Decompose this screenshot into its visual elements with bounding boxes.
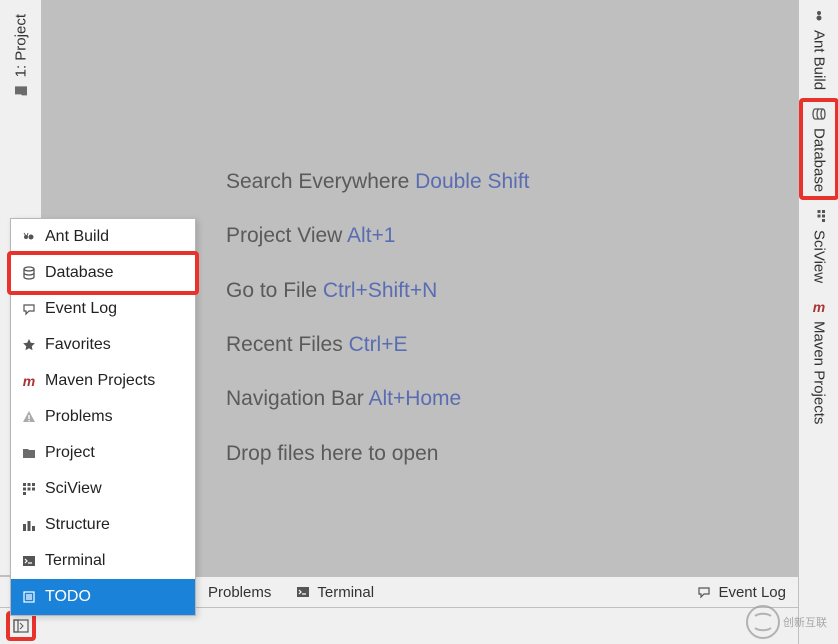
folder-icon [13, 83, 29, 99]
maven-icon: m [21, 373, 37, 389]
welcome-help-panel: Search Everywhere Double Shift Project V… [226, 168, 530, 494]
popup-item-event-log[interactable]: Event Log [11, 291, 195, 327]
help-tip-recent-files: Recent Files Ctrl+E [226, 331, 530, 359]
popup-item-sciview[interactable]: SciView [11, 471, 195, 507]
database-icon [811, 106, 827, 122]
help-tip-drop-files: Drop files here to open [226, 440, 530, 468]
popup-item-terminal[interactable]: Terminal [11, 543, 195, 579]
popup-item-label: Favorites [45, 336, 111, 354]
ant-build-tool-tab[interactable]: Ant Build [799, 0, 838, 98]
database-tool-tab[interactable]: Database [799, 98, 838, 200]
tool-tab-label: Ant Build [811, 30, 828, 90]
tool-tab-label: Problems [208, 584, 271, 601]
folder-icon [21, 445, 37, 461]
help-tip-text: Recent Files [226, 333, 343, 356]
warning-icon [21, 409, 37, 425]
help-tip-text: Drop files here to open [226, 442, 438, 465]
popup-item-ant-build[interactable]: Ant Build [11, 219, 195, 255]
speech-bubble-icon [696, 584, 712, 600]
project-tool-tab-label: 1: Project [13, 14, 30, 77]
popup-item-problems[interactable]: Problems [11, 399, 195, 435]
sciview-tool-tab[interactable]: SciView [799, 200, 838, 291]
problems-tool-tab[interactable]: Problems [196, 577, 283, 607]
tool-window-layout-icon [13, 618, 29, 634]
help-tip-text: Navigation Bar [226, 387, 364, 410]
popup-item-label: Database [45, 264, 114, 282]
popup-item-label: Maven Projects [45, 372, 155, 390]
project-tool-tab[interactable]: 1: Project [0, 6, 42, 107]
help-tip-text: Go to File [226, 279, 317, 302]
ant-icon [811, 8, 827, 24]
help-tip-project-view: Project View Alt+1 [226, 222, 530, 250]
watermark-icon [745, 604, 781, 640]
popup-item-maven-projects[interactable]: m Maven Projects [11, 363, 195, 399]
popup-item-project[interactable]: Project [11, 435, 195, 471]
popup-item-todo[interactable]: TODO [11, 579, 195, 615]
help-tip-navigation-bar: Navigation Bar Alt+Home [226, 385, 530, 413]
help-tip-shortcut: Alt+Home [368, 387, 461, 410]
help-tip-search-everywhere: Search Everywhere Double Shift [226, 168, 530, 196]
popup-item-label: Terminal [45, 552, 105, 570]
help-tip-shortcut: Alt+1 [347, 224, 395, 247]
tool-tab-label: SciView [811, 230, 828, 283]
database-icon [21, 265, 37, 281]
watermark-logo: 创新互联 [736, 602, 836, 642]
popup-item-label: Event Log [45, 300, 117, 318]
ant-icon [21, 229, 37, 245]
help-tip-shortcut: Ctrl+E [349, 333, 408, 356]
star-icon [21, 337, 37, 353]
tool-tab-label: Database [811, 128, 828, 192]
popup-item-structure[interactable]: Structure [11, 507, 195, 543]
help-tip-shortcut: Ctrl+Shift+N [323, 279, 437, 302]
tool-tab-label: Terminal [317, 584, 374, 601]
terminal-icon [295, 584, 311, 600]
help-tip-shortcut: Double Shift [415, 170, 529, 193]
popup-item-label: TODO [45, 588, 91, 606]
popup-item-database[interactable]: Database [11, 255, 195, 291]
popup-item-label: Structure [45, 516, 110, 534]
right-tool-gutter: Ant Build Database SciView m Maven Proje… [798, 0, 838, 644]
tool-tab-label: Event Log [718, 584, 786, 601]
grid-icon [21, 481, 37, 497]
terminal-icon [21, 553, 37, 569]
watermark-text: 创新互联 [783, 614, 827, 630]
popup-item-label: Problems [45, 408, 113, 426]
help-tip-go-to-file: Go to File Ctrl+Shift+N [226, 277, 530, 305]
popup-item-label: SciView [45, 480, 102, 498]
popup-item-favorites[interactable]: Favorites [11, 327, 195, 363]
grid-icon [811, 208, 827, 224]
help-tip-text: Search Everywhere [226, 170, 409, 193]
speech-bubble-icon [21, 301, 37, 317]
maven-projects-tool-tab[interactable]: m Maven Projects [799, 291, 838, 432]
popup-item-label: Ant Build [45, 228, 109, 246]
todo-icon [21, 589, 37, 605]
popup-item-label: Project [45, 444, 95, 462]
terminal-tool-tab[interactable]: Terminal [283, 577, 386, 607]
maven-icon: m [811, 299, 827, 315]
tool-windows-popup: Ant Build Database Event Log Favorites m… [10, 218, 196, 616]
help-tip-text: Project View [226, 224, 342, 247]
structure-icon [21, 517, 37, 533]
tool-tab-label: Maven Projects [811, 321, 828, 424]
